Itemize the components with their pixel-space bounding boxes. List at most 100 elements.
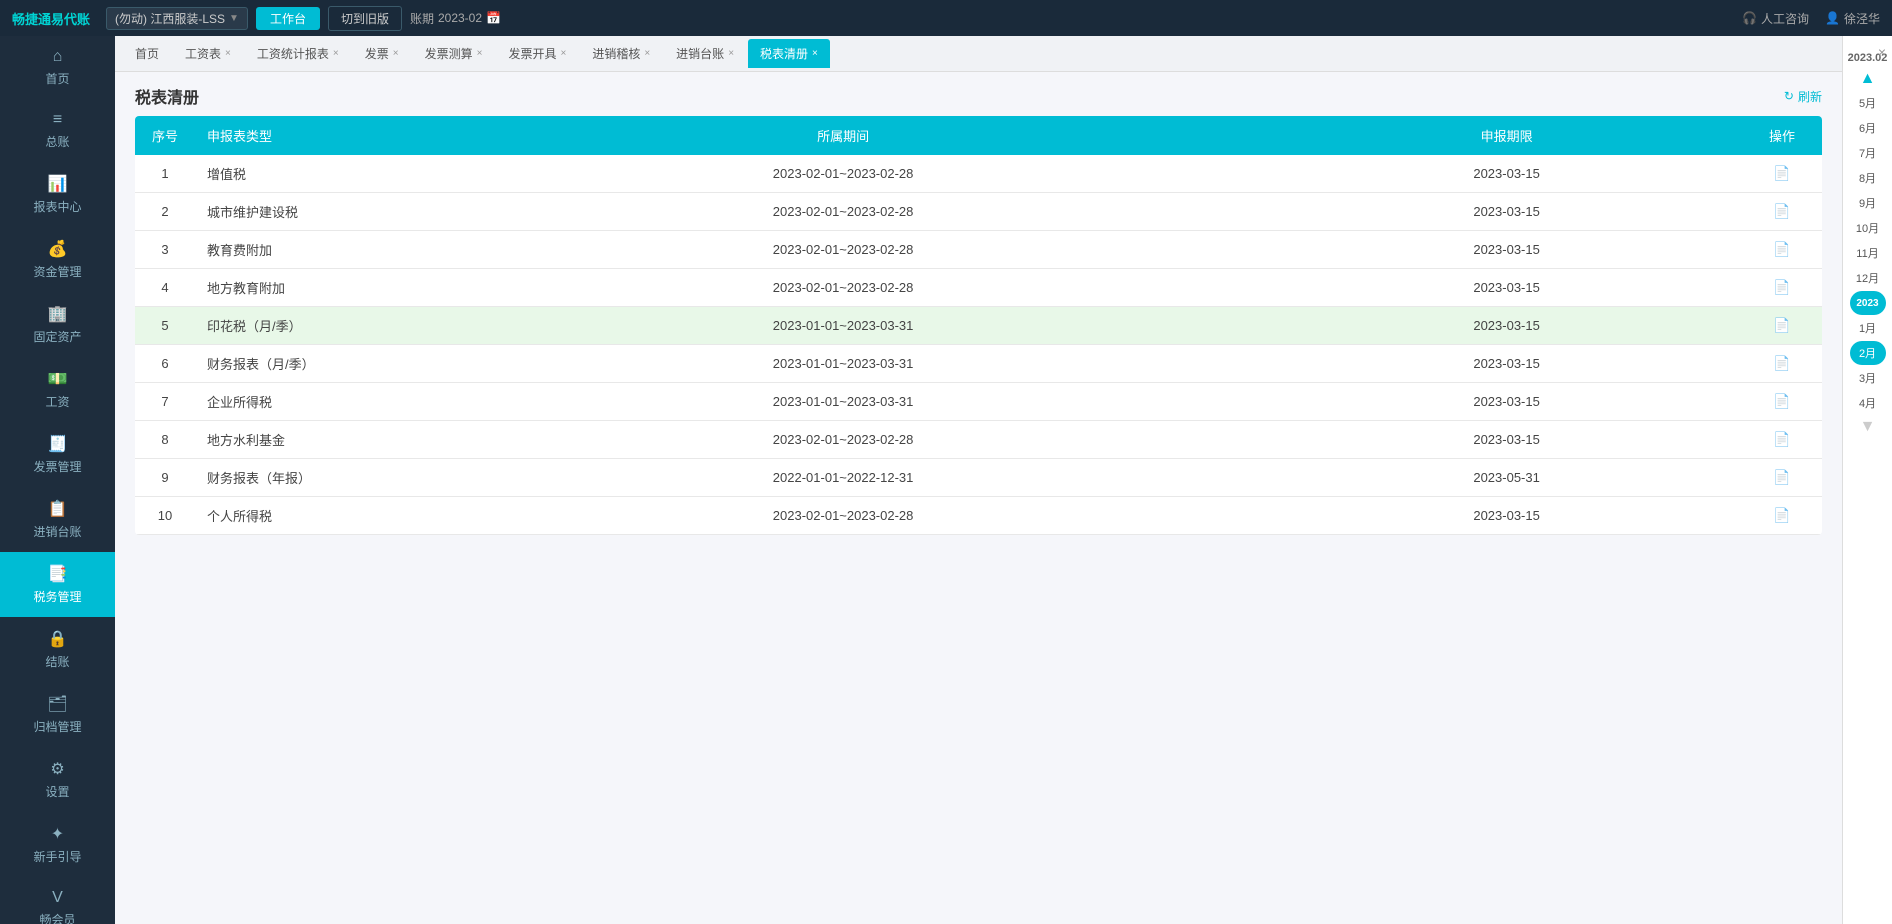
file-icon[interactable]: 📄 (1773, 469, 1790, 485)
cell-action: 📄 (1742, 459, 1822, 497)
sidebar-label-report: 报表中心 (33, 198, 81, 215)
cell-action: 📄 (1742, 155, 1822, 193)
month-item[interactable]: 9月 (1850, 191, 1886, 215)
archive-icon: 🗂 (47, 694, 67, 714)
file-icon[interactable]: 📄 (1773, 431, 1790, 447)
table-row[interactable]: 1 增值税 2023-02-01~2023-02-28 2023-03-15 📄 (135, 155, 1822, 193)
cell-action: 📄 (1742, 193, 1822, 231)
tab-close-icon[interactable]: × (560, 48, 566, 59)
cell-type: 财务报表（月/季） (195, 345, 415, 383)
user-info[interactable]: 👤 徐泾华 (1825, 10, 1880, 27)
sidebar-label-ledger: 总账 (45, 133, 69, 150)
tab-invoice-calc[interactable]: 发票测算 × (413, 39, 495, 68)
sidebar-item-asset[interactable]: 🏢 固定资产 (0, 292, 115, 357)
sidebar-label-settings: 设置 (45, 783, 69, 800)
sidebar-item-home[interactable]: ⌂ 首页 (0, 36, 115, 99)
tab-purchase-check[interactable]: 进销稽核 × (580, 39, 662, 68)
table-row[interactable]: 9 财务报表（年报） 2022-01-01~2022-12-31 2023-05… (135, 459, 1822, 497)
sidebar-item-ledger[interactable]: ≡ 总账 (0, 99, 115, 162)
sidebar-item-guide[interactable]: ✦ 新手引导 (0, 812, 115, 877)
month-item[interactable]: 2月 (1850, 341, 1886, 365)
month-item[interactable]: 3月 (1850, 366, 1886, 390)
calendar-icon: 📅 (486, 11, 501, 25)
cell-deadline: 2023-03-15 (1271, 231, 1742, 269)
tab-invoice[interactable]: 发票 × (353, 39, 411, 68)
consultation-label[interactable]: 🎧 人工咨询 (1742, 10, 1809, 27)
month-item[interactable]: 12月 (1850, 266, 1886, 290)
tab-close-icon[interactable]: × (644, 48, 650, 59)
tab-tax-table[interactable]: 税表清册 × (748, 39, 830, 68)
tab-close-icon[interactable]: × (225, 48, 231, 59)
month-item[interactable]: 4月 (1850, 391, 1886, 415)
sidebar-item-fund[interactable]: 💰 资金管理 (0, 227, 115, 292)
table-row[interactable]: 3 教育费附加 2023-02-01~2023-02-28 2023-03-15… (135, 231, 1822, 269)
cell-action: 📄 (1742, 269, 1822, 307)
table-row[interactable]: 10 个人所得税 2023-02-01~2023-02-28 2023-03-1… (135, 497, 1822, 535)
cell-period: 2023-02-01~2023-02-28 (415, 155, 1271, 193)
file-icon[interactable]: 📄 (1773, 393, 1790, 409)
file-icon[interactable]: 📄 (1773, 165, 1790, 181)
cell-no: 10 (135, 497, 195, 535)
workbench-button[interactable]: 工作台 (256, 7, 320, 30)
sidebar-item-member[interactable]: V 畅会员 (0, 877, 115, 924)
tab-home[interactable]: 首页 (123, 39, 171, 68)
company-selector[interactable]: (勿动) 江西服装-LSS ▼ (106, 7, 248, 30)
scroll-down-icon[interactable]: ▼ (1860, 418, 1876, 436)
sidebar-item-archive[interactable]: 🗂 归档管理 (0, 682, 115, 747)
guide-icon: ✦ (51, 824, 64, 844)
tab-close-icon[interactable]: × (812, 48, 818, 59)
table-row[interactable]: 2 城市维护建设税 2023-02-01~2023-02-28 2023-03-… (135, 193, 1822, 231)
sidebar-item-salary[interactable]: 💵 工资 (0, 357, 115, 422)
tab-invoice-open[interactable]: 发票开具 × (496, 39, 578, 68)
sidebar-item-settings[interactable]: ⚙ 设置 (0, 747, 115, 812)
sidebar-label-asset: 固定资产 (33, 328, 81, 345)
month-item[interactable]: 1月 (1850, 316, 1886, 340)
file-icon[interactable]: 📄 (1773, 317, 1790, 333)
sidebar-label-invoice: 发票管理 (33, 458, 81, 475)
tab-salary-report[interactable]: 工资统计报表 × (245, 39, 351, 68)
tab-salary-table[interactable]: 工资表 × (173, 39, 243, 68)
right-panel-close-icon[interactable]: × (1878, 44, 1886, 60)
table-row[interactable]: 4 地方教育附加 2023-02-01~2023-02-28 2023-03-1… (135, 269, 1822, 307)
sidebar-item-close[interactable]: 🔒 结账 (0, 617, 115, 682)
sidebar-label-tax: 税务管理 (33, 588, 81, 605)
purchase-icon: 📋 (48, 499, 68, 519)
switch-version-button[interactable]: 切到旧版 (328, 6, 402, 31)
refresh-button[interactable]: ↻ 刷新 (1784, 88, 1822, 105)
month-item[interactable]: 7月 (1850, 141, 1886, 165)
scroll-up-icon[interactable]: ▲ (1860, 70, 1876, 88)
tab-close-icon[interactable]: × (477, 48, 483, 59)
file-icon[interactable]: 📄 (1773, 203, 1790, 219)
cell-no: 7 (135, 383, 195, 421)
ledger-icon: ≡ (53, 111, 62, 129)
month-item[interactable]: 6月 (1850, 116, 1886, 140)
settings-icon: ⚙ (50, 759, 64, 779)
table-row[interactable]: 5 印花税（月/季） 2023-01-01~2023-03-31 2023-03… (135, 307, 1822, 345)
file-icon[interactable]: 📄 (1773, 279, 1790, 295)
sidebar-item-invoice[interactable]: 🧾 发票管理 (0, 422, 115, 487)
table-row[interactable]: 6 财务报表（月/季） 2023-01-01~2023-03-31 2023-0… (135, 345, 1822, 383)
month-item[interactable]: 5月 (1850, 91, 1886, 115)
month-item[interactable]: 10月 (1850, 216, 1886, 240)
tab-purchase-ledger[interactable]: 进销台账 × (664, 39, 746, 68)
month-item[interactable]: 11月 (1850, 241, 1886, 265)
file-icon[interactable]: 📄 (1773, 241, 1790, 257)
table-row[interactable]: 8 地方水利基金 2023-02-01~2023-02-28 2023-03-1… (135, 421, 1822, 459)
table-row[interactable]: 7 企业所得税 2023-01-01~2023-03-31 2023-03-15… (135, 383, 1822, 421)
period-value: 2023-02 (438, 11, 482, 25)
file-icon[interactable]: 📄 (1773, 507, 1790, 523)
sidebar-label-purchase: 进销台账 (33, 523, 81, 540)
refresh-icon: ↻ (1784, 89, 1794, 103)
user-icon: 👤 (1825, 11, 1840, 25)
cell-deadline: 2023-03-15 (1271, 307, 1742, 345)
file-icon[interactable]: 📄 (1773, 355, 1790, 371)
tab-close-icon[interactable]: × (393, 48, 399, 59)
tab-close-icon[interactable]: × (728, 48, 734, 59)
sidebar-item-tax[interactable]: 📑 税务管理 (0, 552, 115, 617)
main-layout: ⌂ 首页 ≡ 总账 📊 报表中心 💰 资金管理 🏢 固定资产 💵 工资 🧾 发票… (0, 36, 1892, 924)
tab-close-icon[interactable]: × (333, 48, 339, 59)
sidebar-item-purchase[interactable]: 📋 进销台账 (0, 487, 115, 552)
month-item[interactable]: 8月 (1850, 166, 1886, 190)
sidebar-item-report[interactable]: 📊 报表中心 (0, 162, 115, 227)
year-badge[interactable]: 2023 (1850, 291, 1886, 315)
